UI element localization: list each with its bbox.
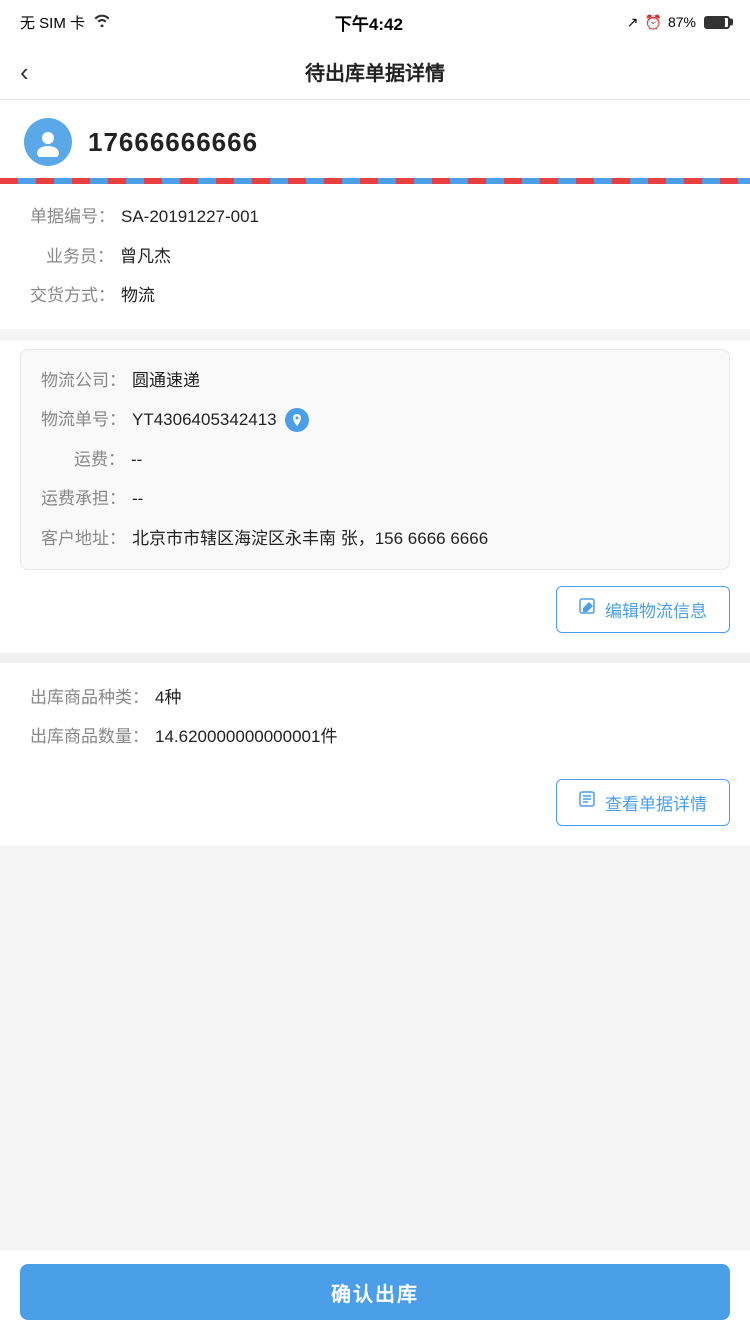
section-divider xyxy=(0,653,750,663)
tracking-label: 物流单号： xyxy=(41,407,132,433)
logistics-card: 物流公司： 圆通速递 物流单号： YT4306405342413 运费： -- xyxy=(20,349,730,571)
freight-bearer-row: 运费承担： -- xyxy=(41,486,709,512)
bottom-action-area: 确认出库 xyxy=(0,1250,750,1334)
edit-icon xyxy=(579,598,597,621)
nav-bar: ‹ 待出库单据详情 xyxy=(0,44,750,100)
freight-bearer-value: -- xyxy=(132,486,709,512)
goods-section: 出库商品种类： 4种 出库商品数量： 14.620000000000001件 xyxy=(0,663,750,767)
track-location-button[interactable] xyxy=(285,408,309,432)
page-title: 待出库单据详情 xyxy=(305,57,445,86)
view-detail-area: 查看单据详情 xyxy=(0,767,750,846)
goods-quantity-row: 出库商品数量： 14.620000000000001件 xyxy=(30,722,720,747)
logistics-company-value: 圆通速递 xyxy=(132,368,709,394)
freight-bearer-label: 运费承担： xyxy=(41,486,132,512)
goods-types-label: 出库商品种类： xyxy=(30,683,155,708)
status-right: ↗ ⏰ 87% xyxy=(627,14,730,31)
battery-icon xyxy=(704,16,730,29)
delivery-method-value: 物流 xyxy=(121,283,720,309)
order-no-label: 单据编号： xyxy=(30,204,121,230)
freight-label: 运费： xyxy=(41,447,131,473)
customer-header: 17666666666 xyxy=(0,100,750,178)
delivery-method-label: 交货方式： xyxy=(30,283,121,309)
order-no-row: 单据编号： SA-20191227-001 xyxy=(30,204,720,230)
battery-text: 87% xyxy=(668,14,696,30)
back-button[interactable]: ‹ xyxy=(20,59,29,85)
sales-person-row: 业务员： 曾凡杰 xyxy=(30,244,720,270)
freight-row: 运费： -- xyxy=(41,447,709,473)
edit-logistics-button[interactable]: 编辑物流信息 xyxy=(556,586,730,633)
address-label: 客户地址： xyxy=(41,526,132,552)
alarm-icon: ⏰ xyxy=(645,14,662,31)
avatar xyxy=(24,118,72,166)
address-value: 北京市市辖区海淀区永丰南 张，156 6666 6666 xyxy=(132,526,709,552)
location-icon: ↗ xyxy=(627,14,639,31)
status-bar: 无 SIM 卡 下午4:42 ↗ ⏰ 87% xyxy=(0,0,750,44)
goods-types-row: 出库商品种类： 4种 xyxy=(30,683,720,708)
edit-logistics-area: 编辑物流信息 xyxy=(0,586,750,653)
logistics-company-row: 物流公司： 圆通速递 xyxy=(41,368,709,394)
detail-icon xyxy=(579,791,597,814)
view-detail-label: 查看单据详情 xyxy=(605,790,707,815)
logistics-company-label: 物流公司： xyxy=(41,368,132,394)
goods-quantity-value: 14.620000000000001件 xyxy=(155,722,337,747)
status-left: 无 SIM 卡 xyxy=(20,12,111,33)
sales-person-label: 业务员： xyxy=(30,244,120,270)
edit-logistics-label: 编辑物流信息 xyxy=(605,597,707,622)
customer-phone: 17666666666 xyxy=(88,127,258,158)
order-info-section: 单据编号： SA-20191227-001 业务员： 曾凡杰 交货方式： 物流 xyxy=(0,184,750,329)
freight-value: -- xyxy=(131,447,709,473)
goods-quantity-label: 出库商品数量： xyxy=(30,722,155,747)
status-time: 下午4:42 xyxy=(335,10,403,35)
tracking-value: YT4306405342413 xyxy=(132,407,709,433)
confirm-outbound-button[interactable]: 确认出库 xyxy=(20,1264,730,1320)
tracking-row: 物流单号： YT4306405342413 xyxy=(41,407,709,433)
carrier-text: 无 SIM 卡 xyxy=(20,12,85,33)
delivery-method-row: 交货方式： 物流 xyxy=(30,283,720,309)
order-no-value: SA-20191227-001 xyxy=(121,204,720,230)
view-detail-button[interactable]: 查看单据详情 xyxy=(556,779,730,826)
sales-person-value: 曾凡杰 xyxy=(120,244,720,270)
wifi-icon xyxy=(93,13,111,31)
goods-types-value: 4种 xyxy=(155,683,181,708)
address-row: 客户地址： 北京市市辖区海淀区永丰南 张，156 6666 6666 xyxy=(41,526,709,552)
